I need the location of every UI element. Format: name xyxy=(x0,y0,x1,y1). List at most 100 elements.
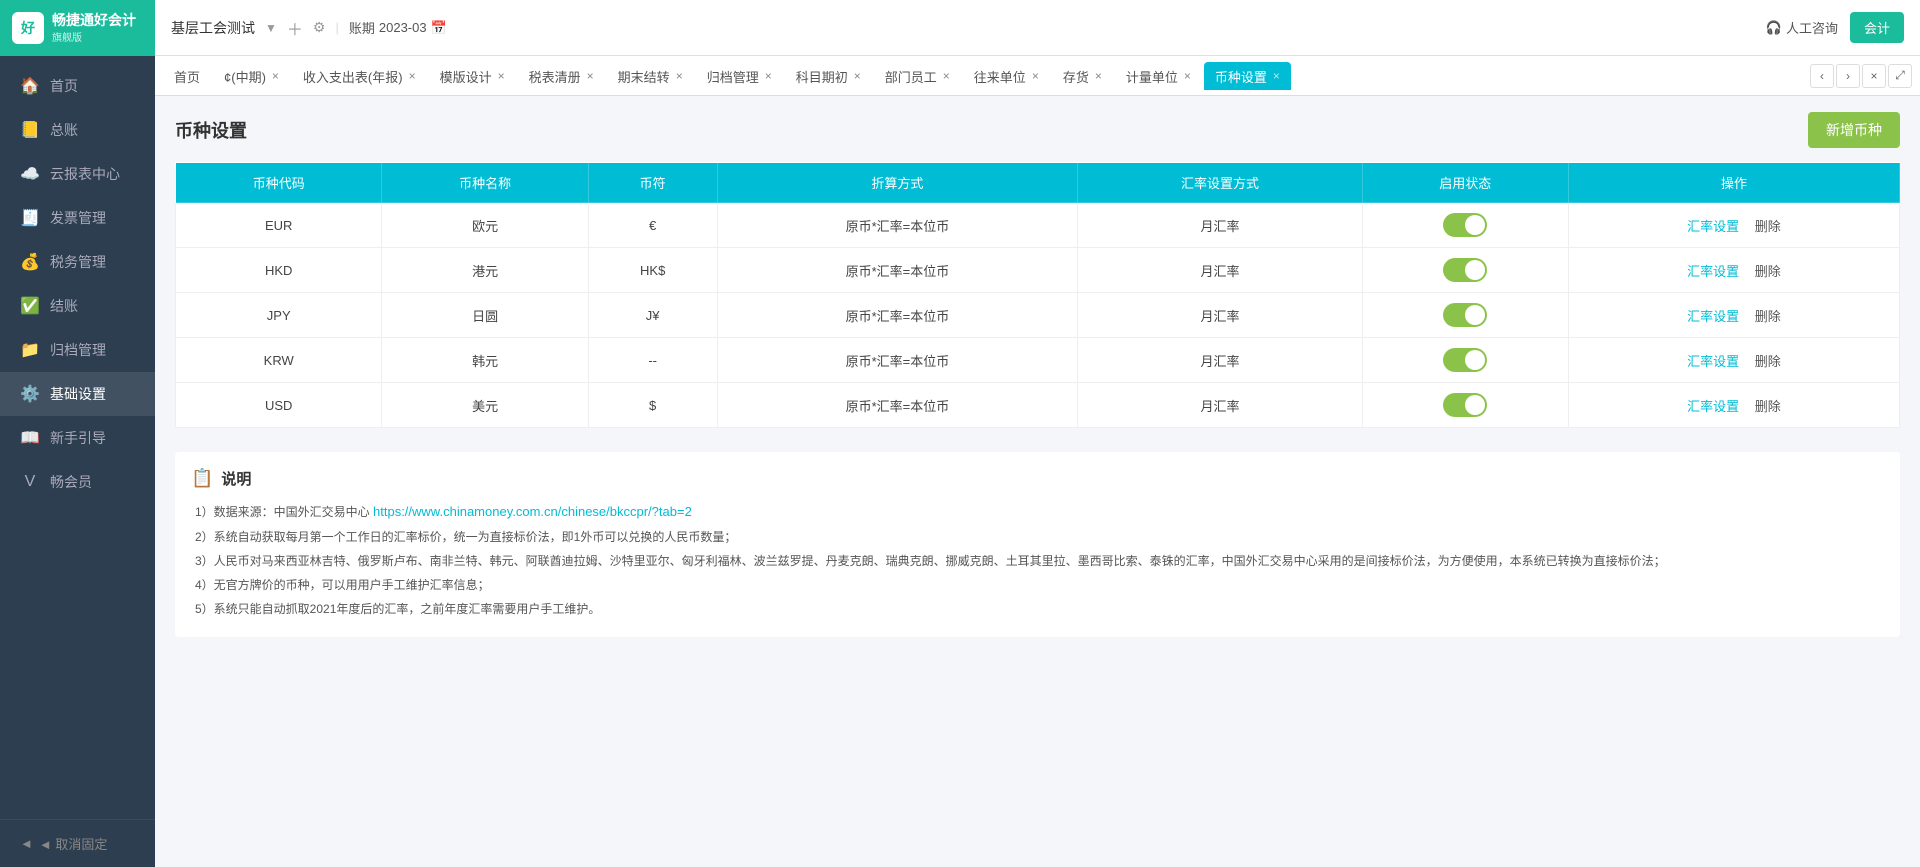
tab-label: 收入支出表(年报) xyxy=(303,67,403,86)
tab-[interactable]: 存货 × xyxy=(1052,62,1113,90)
tab-[interactable]: 往来单位× xyxy=(963,62,1050,90)
rate-setting-button[interactable]: 汇率设置 xyxy=(1687,399,1739,414)
tab-[interactable]: 首页 xyxy=(163,62,211,90)
nav-label-ledger: 总账 xyxy=(50,120,78,140)
enable-toggle[interactable] xyxy=(1443,258,1487,282)
sidebar-footer[interactable]: ◄ ◄ 取消固定 xyxy=(0,819,155,867)
calc-method: 原币*汇率=本位币 xyxy=(717,203,1078,248)
tab-[interactable]: 计量单位× xyxy=(1115,62,1202,90)
currency-symbol: € xyxy=(588,203,717,248)
rate-setting-button[interactable]: 汇率设置 xyxy=(1687,219,1739,234)
table-row: EUR 欧元 € 原币*汇率=本位币 月汇率 汇率设置 删除 xyxy=(176,203,1900,248)
sidebar-item-basic[interactable]: ⚙️基础设置 xyxy=(0,372,155,416)
enable-toggle[interactable] xyxy=(1443,348,1487,372)
sidebar-item-invoice[interactable]: 🧾发票管理 xyxy=(0,196,155,240)
delete-button[interactable]: 删除 xyxy=(1755,219,1781,234)
company-dropdown-icon[interactable]: ▼ xyxy=(265,21,277,35)
tab-[interactable]: 归档管理× xyxy=(696,62,783,90)
currency-code: EUR xyxy=(176,203,382,248)
headset-icon: 🎧 xyxy=(1766,20,1782,36)
note-item: 1）数据来源：中国外汇交易中心 https://www.chinamoney.c… xyxy=(195,499,1884,525)
tab-close-icon[interactable]: × xyxy=(765,69,772,83)
delete-button[interactable]: 删除 xyxy=(1755,264,1781,279)
rate-setting-button[interactable]: 汇率设置 xyxy=(1687,354,1739,369)
note-link[interactable]: https://www.chinamoney.com.cn/chinese/bk… xyxy=(373,504,692,519)
calc-method: 原币*汇率=本位币 xyxy=(717,293,1078,338)
tab-close-icon[interactable]: × xyxy=(1273,69,1280,83)
sidebar-item-member[interactable]: V畅会员 xyxy=(0,460,155,504)
note-item: 3）人民币对马来西亚林吉特、俄罗斯卢布、南非兰特、韩元、阿联酋迪拉姆、沙特里亚尔… xyxy=(195,549,1884,573)
sidebar-item-guide[interactable]: 📖新手引导 xyxy=(0,416,155,460)
enabled-status xyxy=(1362,203,1568,248)
topbar-right: 🎧 人工咨询 会计 xyxy=(1766,12,1904,43)
note-item: 5）系统只能自动抓取2021年度后的汇率，之前年度汇率需要用户手工维护。 xyxy=(195,597,1884,621)
tab-close-all-button[interactable]: × xyxy=(1862,64,1886,88)
tab-close-icon[interactable]: × xyxy=(854,69,861,83)
sidebar-item-home[interactable]: 🏠首页 xyxy=(0,64,155,108)
table-row: JPY 日圆 J¥ 原币*汇率=本位币 月汇率 汇率设置 删除 xyxy=(176,293,1900,338)
tab-close-icon[interactable]: × xyxy=(409,69,416,83)
actions-cell: 汇率设置 删除 xyxy=(1568,383,1899,428)
nav-icon-home: 🏠 xyxy=(20,76,40,96)
tab-expand-button[interactable]: ⤢ xyxy=(1888,64,1912,88)
delete-button[interactable]: 删除 xyxy=(1755,354,1781,369)
delete-button[interactable]: 删除 xyxy=(1755,399,1781,414)
nav-label-basic: 基础设置 xyxy=(50,384,106,404)
tab-[interactable]: ¢(中期)× xyxy=(213,62,290,90)
tab-[interactable]: 税表清册× xyxy=(518,62,605,90)
tab-close-icon[interactable]: × xyxy=(587,69,594,83)
rate-setting-button[interactable]: 汇率设置 xyxy=(1687,309,1739,324)
support-button[interactable]: 🎧 人工咨询 xyxy=(1766,18,1838,37)
currency-code: KRW xyxy=(176,338,382,383)
tab-close-icon[interactable]: × xyxy=(498,69,505,83)
enabled-status xyxy=(1362,248,1568,293)
tab-[interactable]: 部门员工× xyxy=(874,62,961,90)
tab-close-icon[interactable]: × xyxy=(272,69,279,83)
pin-icon: ◄ xyxy=(20,836,33,851)
logo-text-wrap: 畅捷通好会计 旗舰版 xyxy=(52,12,136,44)
tab-[interactable]: 币种设置× xyxy=(1204,62,1291,90)
tab-[interactable]: 期末结转× xyxy=(607,62,694,90)
accounting-button[interactable]: 会计 xyxy=(1850,12,1904,43)
tab-close-icon[interactable]: × xyxy=(1184,69,1191,83)
calendar-icon[interactable]: 📅 xyxy=(431,20,447,36)
enable-toggle[interactable] xyxy=(1443,213,1487,237)
delete-button[interactable]: 删除 xyxy=(1755,309,1781,324)
new-currency-button[interactable]: 新增币种 xyxy=(1808,112,1900,148)
note-section: 📋 说明 1）数据来源：中国外汇交易中心 https://www.chinamo… xyxy=(175,452,1900,637)
tab-[interactable]: 科目期初× xyxy=(785,62,872,90)
add-company-icon[interactable]: ＋ xyxy=(287,16,303,40)
calc-method: 原币*汇率=本位币 xyxy=(717,383,1078,428)
currency-name: 欧元 xyxy=(382,203,588,248)
rate-setting-button[interactable]: 汇率设置 xyxy=(1687,264,1739,279)
sidebar-item-ledger[interactable]: 📒总账 xyxy=(0,108,155,152)
tab-close-icon[interactable]: × xyxy=(676,69,683,83)
tab-label: 存货 xyxy=(1063,67,1089,86)
note-title-text: 说明 xyxy=(221,468,251,489)
tab-next-button[interactable]: › xyxy=(1836,64,1860,88)
tab-close-icon[interactable]: × xyxy=(1095,69,1102,83)
nav-icon-archive: 📁 xyxy=(20,340,40,360)
topbar: 基层工会测试 ▼ ＋ ⚙ | 账期 2023-03 📅 🎧 人工咨询 会计 xyxy=(155,0,1920,56)
tab-close-icon[interactable]: × xyxy=(1032,69,1039,83)
tab-close-icon[interactable]: × xyxy=(943,69,950,83)
actions-cell: 汇率设置 删除 xyxy=(1568,203,1899,248)
note-item: 2）系统自动获取每月第一个工作日的汇率标价，统一为直接标价法，即1外币可以兑换的… xyxy=(195,525,1884,549)
tabbar: 首页¢(中期)×收入支出表(年报)×模版设计×税表清册×期末结转×归档管理×科目… xyxy=(155,56,1920,96)
col-header: 折算方式 xyxy=(717,163,1078,203)
footer-label: ◄ 取消固定 xyxy=(39,834,107,853)
enable-toggle[interactable] xyxy=(1443,303,1487,327)
currency-symbol: -- xyxy=(588,338,717,383)
settings-icon[interactable]: ⚙ xyxy=(313,19,326,36)
tab-[interactable]: 收入支出表(年报) × xyxy=(292,62,427,90)
rate-type: 月汇率 xyxy=(1078,248,1362,293)
enable-toggle[interactable] xyxy=(1443,393,1487,417)
sidebar-item-reports[interactable]: ☁️云报表中心 xyxy=(0,152,155,196)
sidebar-item-settle[interactable]: ✅结账 xyxy=(0,284,155,328)
sidebar-item-tax[interactable]: 💰税务管理 xyxy=(0,240,155,284)
tab-[interactable]: 模版设计 × xyxy=(429,62,516,90)
tab-prev-button[interactable]: ‹ xyxy=(1810,64,1834,88)
sidebar-item-archive[interactable]: 📁归档管理 xyxy=(0,328,155,372)
nav-label-member: 畅会员 xyxy=(50,472,92,492)
tab-label: 模版设计 xyxy=(440,67,492,86)
